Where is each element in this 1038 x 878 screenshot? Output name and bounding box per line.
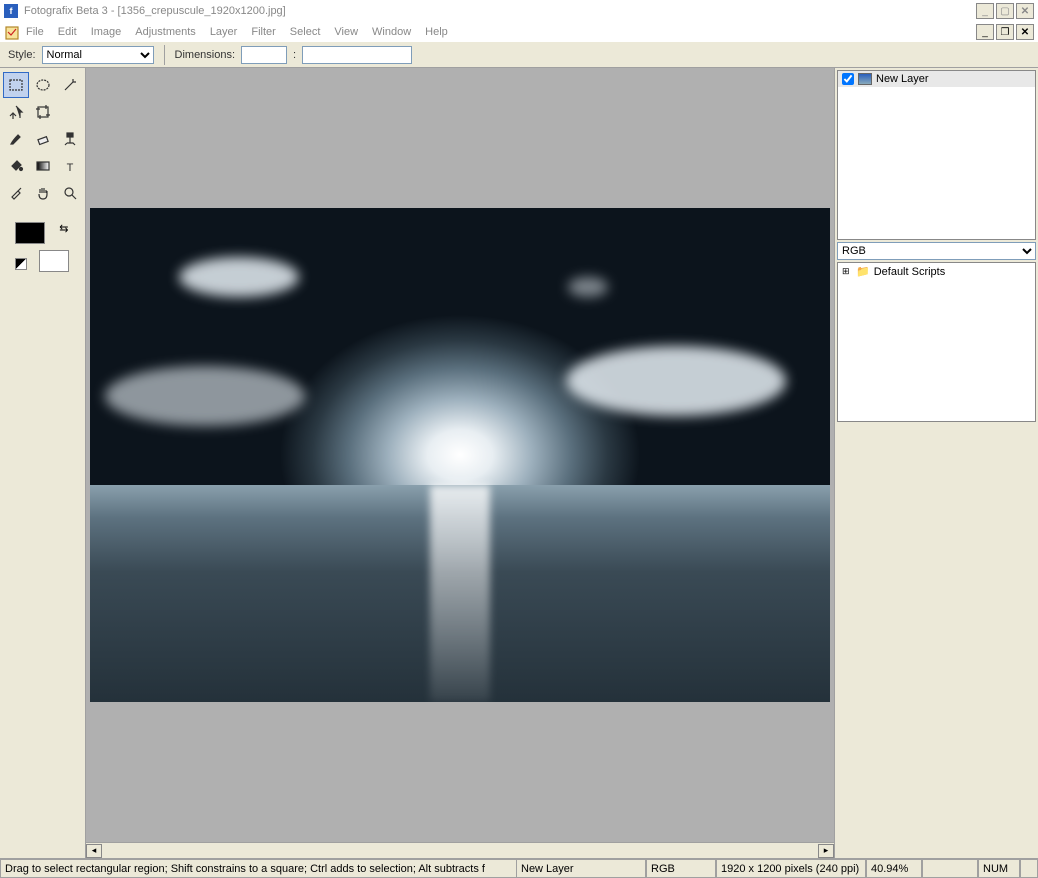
layers-panel: New Layer — [837, 70, 1036, 240]
style-label: Style: — [8, 49, 36, 61]
scripts-panel: ⊞ 📁 Default Scripts — [837, 262, 1036, 422]
dimensions-label: Dimensions: — [175, 49, 236, 61]
close-button[interactable]: ✕ — [1016, 3, 1034, 19]
app-icon: f — [4, 4, 18, 18]
status-dimensions: 1920 x 1200 pixels (240 ppi) — [716, 859, 866, 878]
clone-tool[interactable] — [57, 126, 83, 152]
status-numlock: NUM — [978, 859, 1020, 878]
svg-text:T: T — [66, 162, 73, 174]
crop-tool[interactable] — [30, 99, 56, 125]
menu-edit[interactable]: Edit — [58, 26, 77, 38]
options-bar: Style: Normal Dimensions: : — [0, 42, 1038, 68]
style-select[interactable]: Normal — [42, 46, 154, 64]
toolbox: T ⇆ — [0, 68, 86, 858]
hand-tool[interactable] — [30, 180, 56, 206]
horizontal-scrollbar[interactable]: ◂ ▸ — [86, 842, 834, 858]
brush-tool[interactable] — [3, 126, 29, 152]
height-input[interactable] — [302, 46, 412, 64]
menubar: File Edit Image Adjustments Layer Filter Selec… — [0, 22, 1038, 42]
menu-file[interactable]: File — [26, 26, 44, 38]
layer-row[interactable]: New Layer — [838, 71, 1035, 87]
minimize-button[interactable]: _ — [976, 3, 994, 19]
gradient-tool[interactable] — [30, 153, 56, 179]
panels: New Layer RGB ⊞ 📁 Default Scripts — [834, 68, 1038, 858]
menu-adjustments[interactable]: Adjustments — [135, 26, 196, 38]
menu-window[interactable]: Window — [372, 26, 411, 38]
foreground-color[interactable] — [15, 222, 45, 244]
statusbar: Drag to select rectangular region; Shift… — [0, 858, 1038, 878]
swap-colors-icon[interactable]: ⇆ — [59, 222, 68, 235]
zoom-tool[interactable] — [57, 180, 83, 206]
canvas-area[interactable] — [86, 68, 834, 842]
status-zoom: 40.94% — [866, 859, 922, 878]
menu-help[interactable]: Help — [425, 26, 448, 38]
wand-tool[interactable] — [57, 72, 83, 98]
mdi-close-button[interactable]: ✕ — [1016, 24, 1034, 40]
eyedropper-tool[interactable] — [3, 180, 29, 206]
mdi-minimize-button[interactable]: _ — [976, 24, 994, 40]
eraser-tool[interactable] — [30, 126, 56, 152]
color-mode-select[interactable]: RGB — [837, 242, 1036, 260]
tree-expand-icon[interactable]: ⊞ — [842, 266, 852, 277]
document-icon — [4, 25, 18, 39]
window-title: Fotografix Beta 3 - [1356_crepuscule_192… — [24, 5, 976, 17]
move-tool[interactable] — [3, 99, 29, 125]
width-input[interactable] — [241, 46, 287, 64]
scroll-left-button[interactable]: ◂ — [86, 844, 102, 858]
text-tool[interactable]: T — [57, 153, 83, 179]
folder-icon: 📁 — [856, 265, 870, 278]
scripts-root[interactable]: ⊞ 📁 Default Scripts — [842, 265, 1031, 278]
maximize-button[interactable]: ▢ — [996, 3, 1014, 19]
mdi-restore-button[interactable]: ❐ — [996, 24, 1014, 40]
menu-layer[interactable]: Layer — [210, 26, 238, 38]
status-hint: Drag to select rectangular region; Shift… — [0, 859, 516, 878]
default-colors-icon[interactable] — [15, 258, 27, 270]
menu-image[interactable]: Image — [91, 26, 122, 38]
status-mode: RGB — [646, 859, 716, 878]
document-canvas[interactable] — [90, 208, 830, 702]
rect-select-tool[interactable] — [3, 72, 29, 98]
menu-filter[interactable]: Filter — [251, 26, 275, 38]
layer-visibility-checkbox[interactable] — [842, 73, 854, 85]
layer-thumbnail — [858, 73, 872, 85]
menu-select[interactable]: Select — [290, 26, 321, 38]
ellipse-select-tool[interactable] — [30, 72, 56, 98]
scroll-right-button[interactable]: ▸ — [818, 844, 834, 858]
fill-tool[interactable] — [3, 153, 29, 179]
status-layer: New Layer — [516, 859, 646, 878]
scripts-root-label: Default Scripts — [874, 266, 946, 278]
titlebar: f Fotografix Beta 3 - [1356_crepuscule_1… — [0, 0, 1038, 22]
layer-name: New Layer — [876, 73, 929, 85]
resize-grip[interactable] — [1020, 859, 1038, 878]
color-swatches: ⇆ — [13, 220, 73, 270]
menu-view[interactable]: View — [334, 26, 358, 38]
background-color[interactable] — [39, 250, 69, 272]
